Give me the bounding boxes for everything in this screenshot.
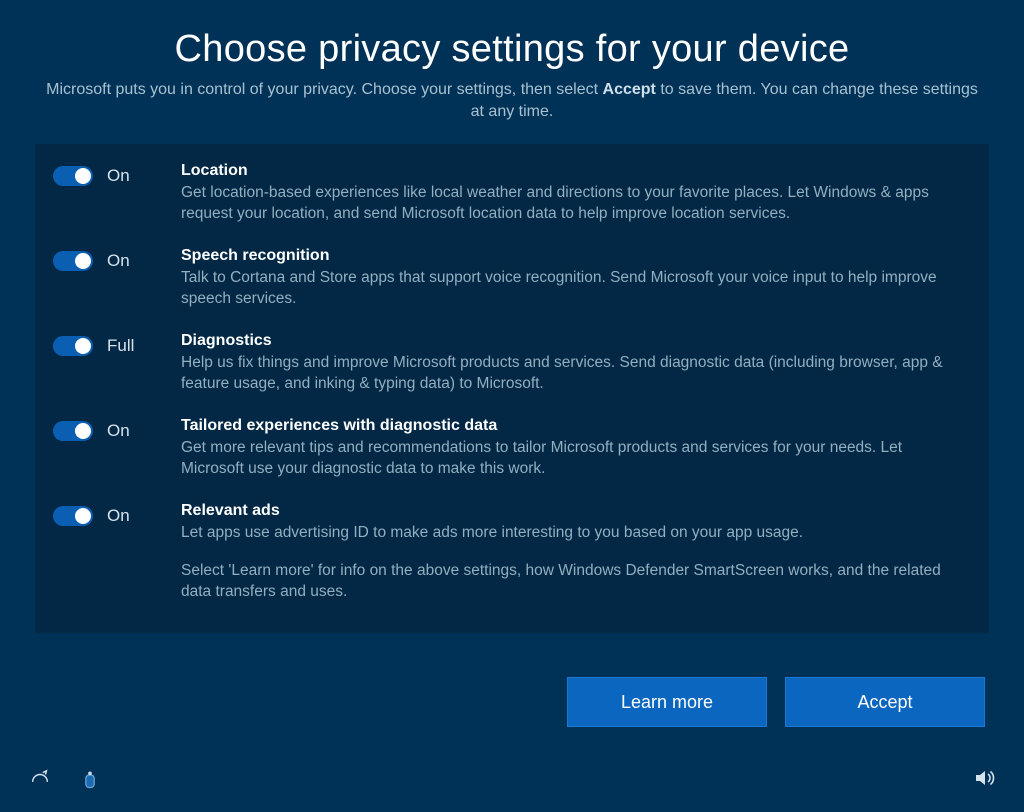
bottom-toolbar	[0, 748, 1024, 812]
setting-title: Tailored experiences with diagnostic dat…	[181, 417, 963, 435]
setting-description: Talk to Cortana and Store apps that supp…	[181, 268, 963, 310]
setting-description: Help us fix things and improve Microsoft…	[181, 353, 963, 395]
subtitle-text-before: Microsoft puts you in control of your pr…	[46, 81, 602, 98]
toggle-state-label: Full	[107, 336, 134, 356]
setting-tailored-experiences: On Tailored experiences with diagnostic …	[53, 417, 963, 480]
setting-location: On Location Get location-based experienc…	[53, 162, 963, 225]
settings-list: On Location Get location-based experienc…	[35, 144, 989, 633]
action-buttons: Learn more Accept	[35, 677, 989, 727]
toggle-state-label: On	[107, 421, 130, 441]
toggle-relevant-ads[interactable]	[53, 506, 93, 526]
accept-button[interactable]: Accept	[785, 677, 985, 727]
setting-title: Relevant ads	[181, 502, 963, 520]
setting-diagnostics: Full Diagnostics Help us fix things and …	[53, 332, 963, 395]
setting-title: Speech recognition	[181, 247, 963, 265]
footer-note: Select 'Learn more' for info on the abov…	[181, 561, 963, 603]
toggle-state-label: On	[107, 251, 130, 271]
accessibility-icon[interactable]	[78, 768, 102, 792]
page-title: Choose privacy settings for your device	[35, 28, 989, 71]
toggle-tailored-experiences[interactable]	[53, 421, 93, 441]
learn-more-button[interactable]: Learn more	[567, 677, 767, 727]
toggle-state-label: On	[107, 506, 130, 526]
setting-description: Let apps use advertising ID to make ads …	[181, 523, 963, 544]
setting-title: Diagnostics	[181, 332, 963, 350]
setting-title: Location	[181, 162, 963, 180]
toggle-location[interactable]	[53, 166, 93, 186]
setting-description: Get location-based experiences like loca…	[181, 183, 963, 225]
setting-speech-recognition: On Speech recognition Talk to Cortana an…	[53, 247, 963, 310]
setting-description: Get more relevant tips and recommendatio…	[181, 438, 963, 480]
privacy-settings-panel: Choose privacy settings for your device …	[35, 0, 989, 727]
toggle-speech-recognition[interactable]	[53, 251, 93, 271]
volume-icon[interactable]	[972, 766, 996, 790]
toggle-diagnostics[interactable]	[53, 336, 93, 356]
toggle-state-label: On	[107, 166, 130, 186]
setting-relevant-ads: On Relevant ads Let apps use advertising…	[53, 502, 963, 604]
page-subtitle: Microsoft puts you in control of your pr…	[35, 79, 989, 122]
subtitle-strong: Accept	[603, 81, 656, 98]
ease-of-access-icon[interactable]	[28, 768, 52, 792]
